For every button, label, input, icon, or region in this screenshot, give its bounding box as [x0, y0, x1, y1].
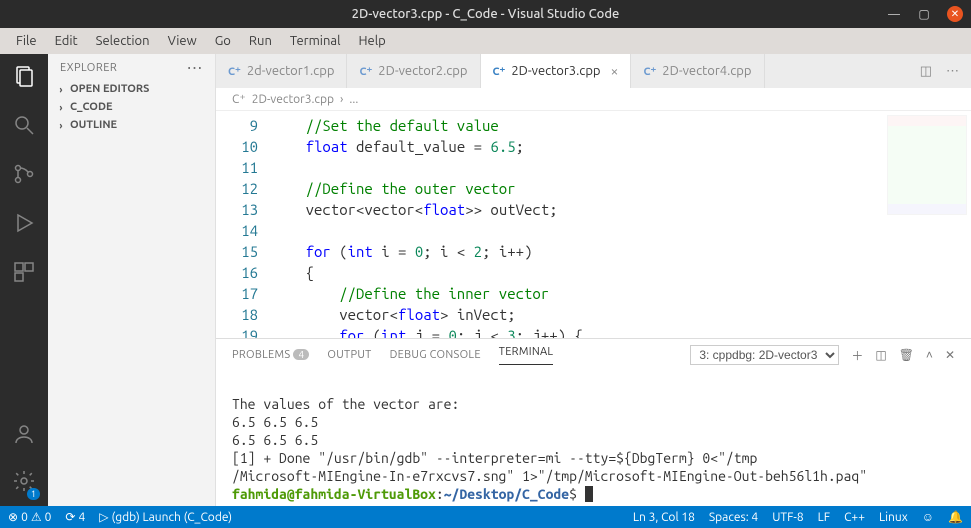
- settings-gear-icon[interactable]: 1: [12, 469, 36, 496]
- status-language[interactable]: C++: [844, 511, 865, 524]
- status-os[interactable]: Linux: [879, 511, 908, 524]
- breadcrumb[interactable]: C⁺ 2D-vector3.cpp › ...: [216, 88, 971, 111]
- minimap[interactable]: [887, 115, 967, 215]
- title-bar: 2D-vector3.cpp - C_Code - Visual Studio …: [0, 0, 971, 28]
- editor-tabs: C⁺ 2d-vector1.cpp C⁺ 2D-vector2.cpp C⁺ 2D-vec…: [216, 54, 971, 88]
- tab-label: 2D-vector4.cpp: [662, 64, 751, 78]
- extensions-icon[interactable]: [12, 260, 36, 287]
- tab-terminal[interactable]: TERMINAL: [499, 346, 554, 365]
- split-terminal-icon[interactable]: ◫: [875, 348, 886, 362]
- sidebar-more-icon[interactable]: ⋯: [187, 64, 204, 72]
- menu-help[interactable]: Help: [350, 30, 393, 52]
- run-debug-icon[interactable]: [12, 211, 36, 238]
- sidebar-section-outline[interactable]: ›OUTLINE: [48, 116, 215, 134]
- accounts-icon[interactable]: [12, 422, 36, 449]
- window-controls: — ▢ ✕: [887, 6, 963, 22]
- panel-maximize-icon[interactable]: ˄: [926, 348, 933, 362]
- split-editor-icon[interactable]: ◫: [920, 64, 932, 79]
- explorer-icon[interactable]: [12, 64, 36, 91]
- feedback-icon[interactable]: ☺: [922, 510, 934, 524]
- tab-2D-vector3-cpp[interactable]: C⁺ 2D-vector3.cpp ×: [481, 54, 632, 88]
- tab-actions: ◫ ⋯: [908, 54, 971, 88]
- tab-2D-vector4-cpp[interactable]: C⁺ 2D-vector4.cpp: [631, 54, 764, 88]
- cpp-file-icon: C⁺: [232, 92, 246, 106]
- panel-close-icon[interactable]: ✕: [945, 348, 955, 362]
- settings-badge: 1: [27, 488, 40, 500]
- tab-problems[interactable]: PROBLEMS4: [232, 349, 309, 361]
- window-title: 2D-vector3.cpp - C_Code - Visual Studio …: [352, 7, 620, 21]
- tab-debug-console[interactable]: DEBUG CONSOLE: [390, 349, 481, 361]
- sidebar-section-open-editors[interactable]: ›OPEN EDITORS: [48, 80, 215, 98]
- search-icon[interactable]: [12, 113, 36, 140]
- activity-bar: 1: [0, 54, 48, 506]
- breadcrumb-file: 2D-vector3.cpp: [252, 93, 334, 106]
- tab-label: 2D-vector3.cpp: [511, 64, 600, 78]
- status-launch[interactable]: ▷ (gdb) Launch (C_Code): [99, 510, 232, 524]
- sidebar-section-c_code[interactable]: ›C_CODE: [48, 98, 215, 116]
- editor-area: C⁺2d-vector1.cppC⁺2D-vector2.cppC⁺2D-vec…: [216, 54, 971, 506]
- kill-terminal-icon[interactable]: 🗑: [899, 348, 914, 362]
- sidebar-header: EXPLORER ⋯: [48, 54, 215, 80]
- terminal-select[interactable]: 3: cppdbg: 2D-vector3: [690, 345, 839, 365]
- menubar: FileEditSelectionViewGoRunTerminalHelp: [0, 28, 971, 54]
- code-editor[interactable]: 91011121314151617181920 //Set the defaul…: [216, 111, 971, 338]
- tab-more-icon[interactable]: ⋯: [946, 64, 959, 79]
- chevron-right-icon: ›: [56, 84, 66, 95]
- code-content[interactable]: //Set the default value float default_va…: [272, 111, 971, 338]
- menu-selection[interactable]: Selection: [88, 30, 158, 52]
- menu-file[interactable]: File: [8, 30, 45, 52]
- tab-2D-vector2-cpp[interactable]: C⁺ 2D-vector2.cpp: [347, 54, 480, 88]
- new-terminal-icon[interactable]: ＋: [851, 347, 863, 364]
- status-bar: ⊗ 0 ⚠ 0 ⟳ 4 ▷ (gdb) Launch (C_Code) Ln 3…: [0, 506, 971, 528]
- close-icon[interactable]: ✕: [947, 6, 963, 22]
- notifications-icon[interactable]: 🔔: [948, 510, 963, 524]
- menu-view[interactable]: View: [160, 30, 205, 52]
- bottom-panel: PROBLEMS4 OUTPUT DEBUG CONSOLE TERMINAL …: [216, 338, 971, 506]
- cpp-file-icon: C⁺: [493, 65, 506, 78]
- status-cursor-pos[interactable]: Ln 3, Col 18: [633, 511, 695, 524]
- tab-label: 2d-vector1.cpp: [247, 64, 335, 78]
- panel-tabs: PROBLEMS4 OUTPUT DEBUG CONSOLE TERMINAL …: [216, 339, 971, 371]
- menu-go[interactable]: Go: [207, 30, 239, 52]
- close-tab-icon[interactable]: ×: [611, 63, 619, 79]
- main-area: 1 EXPLORER ⋯ ›OPEN EDITORS›C_CODE›OUTLIN…: [0, 54, 971, 506]
- tab-label: 2D-vector2.cpp: [378, 64, 467, 78]
- source-control-icon[interactable]: [12, 162, 36, 189]
- cpp-file-icon: C⁺: [643, 65, 656, 78]
- status-spaces[interactable]: Spaces: 4: [709, 511, 758, 524]
- tab-2d-vector1-cpp[interactable]: C⁺ 2d-vector1.cpp: [216, 54, 347, 88]
- tab-output[interactable]: OUTPUT: [327, 349, 371, 361]
- minimize-icon[interactable]: —: [887, 7, 901, 21]
- terminal-output[interactable]: The values of the vector are:6.5 6.5 6.5…: [216, 371, 971, 506]
- status-encoding[interactable]: UTF-8: [772, 511, 803, 524]
- chevron-right-icon: ›: [56, 102, 66, 113]
- line-gutter: 91011121314151617181920: [216, 111, 272, 338]
- menu-terminal[interactable]: Terminal: [282, 30, 349, 52]
- menu-edit[interactable]: Edit: [47, 30, 86, 52]
- menu-run[interactable]: Run: [241, 30, 280, 52]
- status-errors[interactable]: ⊗ 0 ⚠ 0: [8, 510, 51, 524]
- cpp-file-icon: C⁺: [359, 65, 372, 78]
- status-sync[interactable]: ⟳ 4: [65, 510, 85, 524]
- sidebar: EXPLORER ⋯ ›OPEN EDITORS›C_CODE›OUTLINE: [48, 54, 216, 506]
- chevron-right-icon: ›: [56, 120, 66, 131]
- sidebar-title: EXPLORER: [60, 62, 117, 74]
- breadcrumb-tail: ...: [349, 93, 358, 106]
- status-eol[interactable]: LF: [818, 511, 830, 524]
- chevron-right-icon: ›: [340, 93, 343, 106]
- maximize-icon[interactable]: ▢: [917, 7, 931, 21]
- cpp-file-icon: C⁺: [228, 65, 241, 78]
